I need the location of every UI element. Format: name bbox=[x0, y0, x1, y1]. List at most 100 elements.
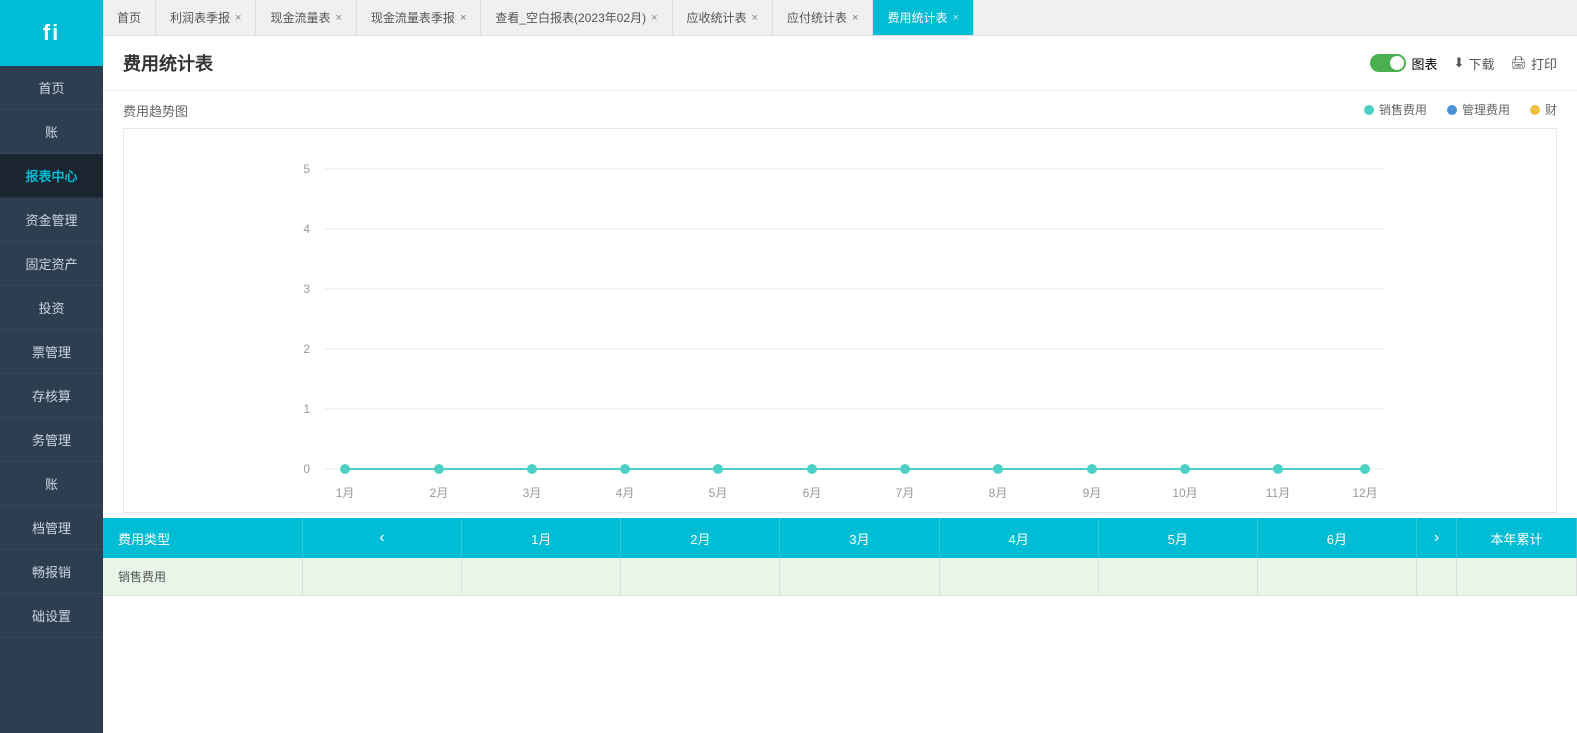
svg-text:5月: 5月 bbox=[709, 486, 728, 500]
th-ytd: 本年累计 bbox=[1457, 518, 1577, 558]
download-button[interactable]: ⬇ 下载 bbox=[1454, 54, 1495, 73]
print-icon: 🖨 bbox=[1510, 55, 1527, 71]
svg-text:3月: 3月 bbox=[523, 486, 542, 500]
td-nav-spacer bbox=[303, 558, 462, 595]
datapoint bbox=[1087, 464, 1097, 474]
td-m4 bbox=[940, 558, 1099, 595]
legend-finance-dot bbox=[1530, 105, 1540, 115]
sidebar-item-account[interactable]: 账 bbox=[0, 110, 103, 154]
tab-home[interactable]: 首页 bbox=[103, 0, 156, 35]
sidebar-item-invoice-management[interactable]: 票管理 bbox=[0, 330, 103, 374]
td-m1 bbox=[462, 558, 621, 595]
svg-text:0: 0 bbox=[303, 462, 310, 476]
legend-management-label: 管理费用 bbox=[1462, 101, 1510, 118]
sidebar-item-service-management[interactable]: 务管理 bbox=[0, 418, 103, 462]
datapoint bbox=[1360, 464, 1370, 474]
svg-text:4: 4 bbox=[303, 222, 310, 236]
tab-cashflow-quarterly[interactable]: 现金流量表季报 × bbox=[357, 0, 481, 35]
th-expense-type: 费用类型 bbox=[103, 518, 303, 558]
th-month-6: 6月 bbox=[1258, 518, 1417, 558]
sidebar-item-investment[interactable]: 投资 bbox=[0, 286, 103, 330]
svg-text:7月: 7月 bbox=[896, 486, 915, 500]
datapoint bbox=[993, 464, 1003, 474]
tabs-bar: 首页 利润表季报 × 现金流量表 × 现金流量表季报 × 查看_空白报表(202… bbox=[103, 0, 1577, 36]
chart-toggle-label: 图表 bbox=[1412, 54, 1438, 73]
chart-toggle[interactable] bbox=[1370, 54, 1406, 72]
sidebar-item-basic-settings[interactable]: 础设置 bbox=[0, 594, 103, 638]
app-logo: fi bbox=[0, 0, 103, 66]
datapoint bbox=[1180, 464, 1190, 474]
sidebar-item-expense-reimbursement[interactable]: 畅报销 bbox=[0, 550, 103, 594]
tab-profit-quarterly-label: 利润表季报 bbox=[170, 9, 230, 26]
td-nav-spacer2 bbox=[1417, 558, 1457, 595]
table-nav-next[interactable]: › bbox=[1417, 518, 1457, 558]
print-button[interactable]: 🖨 打印 bbox=[1510, 54, 1557, 73]
tab-expense-label: 费用统计表 bbox=[887, 9, 947, 26]
tab-cashflow-quarterly-close[interactable]: × bbox=[460, 12, 466, 24]
datapoint bbox=[807, 464, 817, 474]
svg-text:3: 3 bbox=[303, 282, 310, 296]
chart-title: 费用趋势图 bbox=[123, 101, 1557, 120]
sidebar-item-fixed-assets[interactable]: 固定资产 bbox=[0, 242, 103, 286]
svg-text:8月: 8月 bbox=[989, 486, 1008, 500]
tab-expense-close[interactable]: × bbox=[952, 12, 958, 24]
legend-sales-expense: 销售费用 bbox=[1364, 101, 1427, 118]
td-m6 bbox=[1258, 558, 1417, 595]
tab-view-blank[interactable]: 查看_空白报表(2023年02月) × bbox=[481, 0, 672, 35]
svg-text:1月: 1月 bbox=[336, 486, 355, 500]
line-chart-svg: 5 4 3 2 1 0 1月 2月 3月 4月 5月 6月 7月 8月 9 bbox=[124, 129, 1556, 509]
chart-legend: 销售费用 管理费用 财 bbox=[1364, 101, 1557, 118]
sidebar-item-report-center[interactable]: 报表中心 bbox=[0, 154, 103, 198]
chart-toggle-wrap: 图表 bbox=[1370, 54, 1438, 73]
svg-text:2月: 2月 bbox=[430, 486, 449, 500]
td-m2 bbox=[621, 558, 780, 595]
datapoint bbox=[900, 464, 910, 474]
page-content: 费用统计表 图表 ⬇ 下载 🖨 打印 费用趋势图 bbox=[103, 36, 1577, 733]
td-m5 bbox=[1099, 558, 1258, 595]
tab-view-blank-label: 查看_空白报表(2023年02月) bbox=[495, 9, 646, 26]
legend-management-expense: 管理费用 bbox=[1447, 101, 1510, 118]
sidebar-item-inventory-accounting[interactable]: 存核算 bbox=[0, 374, 103, 418]
tab-profit-quarterly[interactable]: 利润表季报 × bbox=[156, 0, 256, 35]
datapoint bbox=[620, 464, 630, 474]
th-month-4: 4月 bbox=[940, 518, 1099, 558]
tab-expense[interactable]: 费用统计表 × bbox=[873, 0, 973, 35]
th-month-2: 2月 bbox=[621, 518, 780, 558]
svg-text:5: 5 bbox=[303, 162, 310, 176]
datapoint bbox=[713, 464, 723, 474]
tab-cashflow[interactable]: 现金流量表 × bbox=[256, 0, 356, 35]
tab-receivable[interactable]: 应收统计表 × bbox=[673, 0, 773, 35]
sidebar-item-ledger[interactable]: 账 bbox=[0, 462, 103, 506]
tab-cashflow-close[interactable]: × bbox=[335, 12, 341, 24]
sidebar-item-home[interactable]: 首页 bbox=[0, 66, 103, 110]
datapoint bbox=[1273, 464, 1283, 474]
legend-sales-dot bbox=[1364, 105, 1374, 115]
tab-payable-close[interactable]: × bbox=[852, 12, 858, 24]
td-type: 销售费用 bbox=[103, 558, 303, 595]
table-section: 费用类型 ‹ 1月 2月 3月 4月 5月 6月 › 本年累计 销售费用 bbox=[103, 518, 1577, 733]
tab-home-label: 首页 bbox=[117, 9, 141, 26]
sidebar-item-archive-management[interactable]: 档管理 bbox=[0, 506, 103, 550]
chart-section: 费用趋势图 销售费用 管理费用 财 bbox=[103, 91, 1577, 518]
datapoint bbox=[527, 464, 537, 474]
table-row: 销售费用 bbox=[103, 558, 1577, 596]
td-m3 bbox=[780, 558, 939, 595]
datapoint bbox=[434, 464, 444, 474]
tab-view-blank-close[interactable]: × bbox=[651, 12, 657, 24]
tab-cashflow-quarterly-label: 现金流量表季报 bbox=[371, 9, 455, 26]
th-month-3: 3月 bbox=[780, 518, 939, 558]
svg-text:2: 2 bbox=[303, 342, 310, 356]
svg-text:4月: 4月 bbox=[616, 486, 635, 500]
tab-profit-quarterly-close[interactable]: × bbox=[235, 12, 241, 24]
th-expense-type-label: 费用类型 bbox=[118, 529, 170, 548]
print-label: 打印 bbox=[1531, 54, 1557, 73]
sidebar-item-fund-management[interactable]: 资金管理 bbox=[0, 198, 103, 242]
page-title: 费用统计表 bbox=[123, 50, 213, 76]
tab-receivable-close[interactable]: × bbox=[752, 12, 758, 24]
legend-finance-expense: 财 bbox=[1530, 101, 1557, 118]
svg-text:6月: 6月 bbox=[803, 486, 822, 500]
table-nav-prev[interactable]: ‹ bbox=[303, 518, 462, 558]
svg-text:1: 1 bbox=[303, 402, 310, 416]
th-month-5: 5月 bbox=[1099, 518, 1258, 558]
tab-payable[interactable]: 应付统计表 × bbox=[773, 0, 873, 35]
